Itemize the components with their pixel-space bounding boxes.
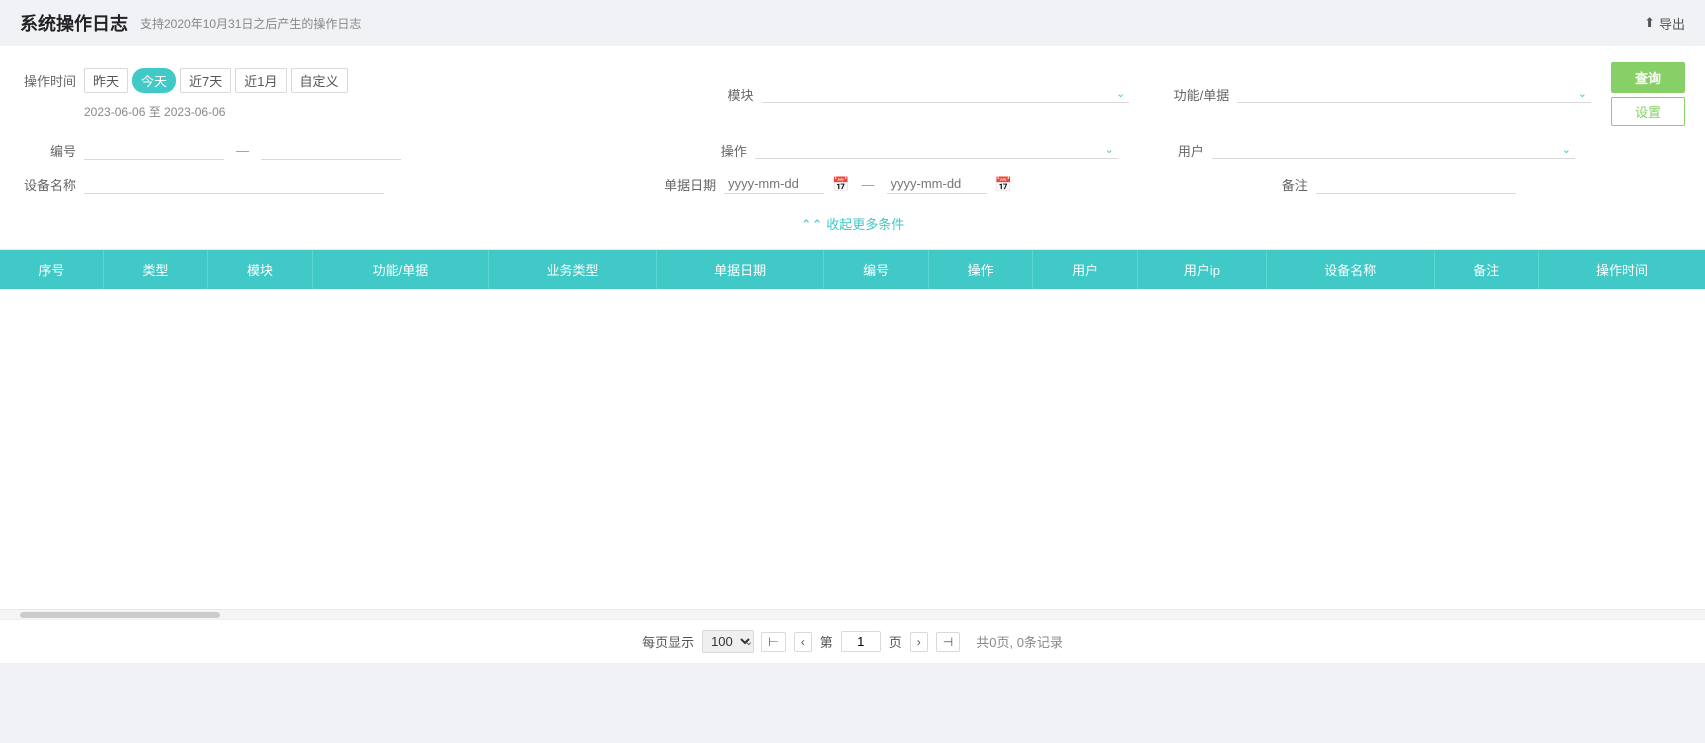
user-select[interactable]: ⌄ (1212, 141, 1575, 159)
export-button[interactable]: ⬆ 导出 (1644, 14, 1685, 33)
remark-input[interactable] (1316, 174, 1516, 194)
voucher-date-label: 单据日期 (656, 175, 716, 194)
col-index: 序号 (0, 250, 103, 289)
filter-panel: 操作时间 昨天 今天 近7天 近1月 自定义 2023-06-06 至 2023… (0, 46, 1705, 250)
filter-row-3: 设备名称 单据日期 📅 — 📅 备注 (20, 174, 1685, 194)
filter-row-1: 操作时间 昨天 今天 近7天 近1月 自定义 2023-06-06 至 2023… (20, 62, 1685, 126)
page-subtitle: 支持2020年10月31日之后产生的操作日志 (140, 15, 361, 32)
module-filter-item: 模块 ⌄ (698, 85, 1130, 104)
collapse-label: 收起更多条件 (826, 217, 904, 232)
device-input[interactable] (84, 174, 384, 194)
col-remark: 备注 (1434, 250, 1538, 289)
col-type: 类型 (103, 250, 207, 289)
prev-page-button[interactable]: ‹ (794, 632, 812, 652)
page-title: 系统操作日志 (20, 10, 128, 36)
function-chevron-icon: ⌄ (1578, 87, 1587, 100)
time-options: 昨天 今天 近7天 近1月 自定义 (84, 68, 348, 93)
action-buttons: 查询 设置 (1611, 62, 1685, 126)
time-filter-item: 操作时间 昨天 今天 近7天 近1月 自定义 2023-06-06 至 2023… (20, 68, 668, 120)
module-label: 模块 (698, 85, 754, 104)
query-button[interactable]: 查询 (1611, 62, 1685, 93)
table-header-row: 序号 类型 模块 功能/单据 业务类型 单据日期 编号 操作 用户 用户ip 设… (0, 250, 1705, 289)
horizontal-scrollbar[interactable] (0, 609, 1705, 619)
col-function: 功能/单据 (312, 250, 488, 289)
device-label: 设备名称 (20, 175, 76, 194)
data-table: 序号 类型 模块 功能/单据 业务类型 单据日期 编号 操作 用户 用户ip 设… (0, 250, 1705, 289)
date-input-start[interactable] (724, 174, 824, 194)
user-filter-item: 用户 ⌄ (1148, 141, 1575, 160)
date-dash: — (862, 177, 875, 192)
calendar-start-icon[interactable]: 📅 (832, 176, 849, 193)
remark-label: 备注 (1252, 175, 1308, 194)
number-filter-item: 编号 — (20, 140, 661, 160)
page-summary: 共0页, 0条记录 (976, 632, 1063, 651)
setting-button[interactable]: 设置 (1611, 97, 1685, 126)
col-module: 模块 (208, 250, 312, 289)
page-unit-label: 页 (889, 632, 902, 651)
col-user-ip: 用户ip (1137, 250, 1266, 289)
module-select[interactable]: ⌄ (762, 85, 1130, 103)
time-btn-custom[interactable]: 自定义 (291, 68, 348, 93)
time-btn-7days[interactable]: 近7天 (180, 68, 231, 93)
time-btn-yesterday[interactable]: 昨天 (84, 68, 128, 93)
voucher-date-filter-item: 单据日期 📅 — 📅 (656, 174, 1222, 194)
function-label: 功能/单据 (1159, 85, 1229, 104)
operation-filter-item: 操作 ⌄ (691, 141, 1118, 160)
filter-row-2: 编号 — 操作 ⌄ 用户 ⌄ (20, 140, 1685, 160)
remark-filter-item: 备注 (1252, 174, 1575, 194)
export-icon: ⬆ (1644, 15, 1655, 31)
operation-label: 操作 (691, 141, 747, 160)
first-page-button[interactable]: ⊢ (761, 632, 785, 652)
page-prefix-label: 第 (820, 632, 833, 651)
time-label: 操作时间 (20, 71, 76, 90)
page-size-select[interactable]: 100 50 200 (702, 630, 754, 653)
operation-chevron-icon: ⌄ (1105, 143, 1114, 156)
date-input-end[interactable] (887, 174, 987, 194)
function-select[interactable]: ⌄ (1237, 85, 1591, 103)
collapse-bar[interactable]: ⌃⌃ 收起更多条件 (20, 208, 1685, 241)
col-user: 用户 (1033, 250, 1137, 289)
pagination-bar: 每页显示 100 50 200 ⌄ ⊢ ‹ 第 页 › ⊣ 共0页, 0条记录 (0, 619, 1705, 663)
last-page-button[interactable]: ⊣ (936, 632, 960, 652)
collapse-icon: ⌃⌃ (801, 217, 823, 232)
time-range-display: 2023-06-06 至 2023-06-06 (84, 105, 225, 119)
number-input-start[interactable] (84, 140, 224, 160)
col-device: 设备名称 (1266, 250, 1434, 289)
operation-select[interactable]: ⌄ (755, 141, 1118, 159)
function-filter-item: 功能/单据 ⌄ (1159, 85, 1591, 104)
number-input-end[interactable] (261, 140, 401, 160)
page-header: 系统操作日志 支持2020年10月31日之后产生的操作日志 ⬆ 导出 (0, 0, 1705, 46)
col-number: 编号 (824, 250, 928, 289)
col-operation: 操作 (928, 250, 1032, 289)
table-container: 序号 类型 模块 功能/单据 业务类型 单据日期 编号 操作 用户 用户ip 设… (0, 250, 1705, 609)
next-page-button[interactable]: › (910, 632, 928, 652)
scrollbar-thumb[interactable] (20, 612, 220, 618)
module-chevron-icon: ⌄ (1116, 87, 1125, 100)
col-op-time: 操作时间 (1539, 250, 1705, 289)
col-biz-type: 业务类型 (489, 250, 657, 289)
number-label: 编号 (20, 141, 76, 160)
page-size-label: 每页显示 (642, 632, 694, 651)
time-btn-1month[interactable]: 近1月 (235, 68, 286, 93)
title-area: 系统操作日志 支持2020年10月31日之后产生的操作日志 (20, 10, 361, 36)
time-btn-today[interactable]: 今天 (132, 68, 176, 93)
page-number-input[interactable] (841, 631, 881, 652)
user-label: 用户 (1148, 141, 1204, 160)
device-filter-item: 设备名称 (20, 174, 626, 194)
number-dash: — (236, 143, 249, 158)
empty-area (0, 289, 1705, 609)
user-chevron-icon: ⌄ (1562, 143, 1571, 156)
calendar-end-icon[interactable]: 📅 (995, 176, 1012, 193)
col-voucher-date: 单据日期 (656, 250, 824, 289)
